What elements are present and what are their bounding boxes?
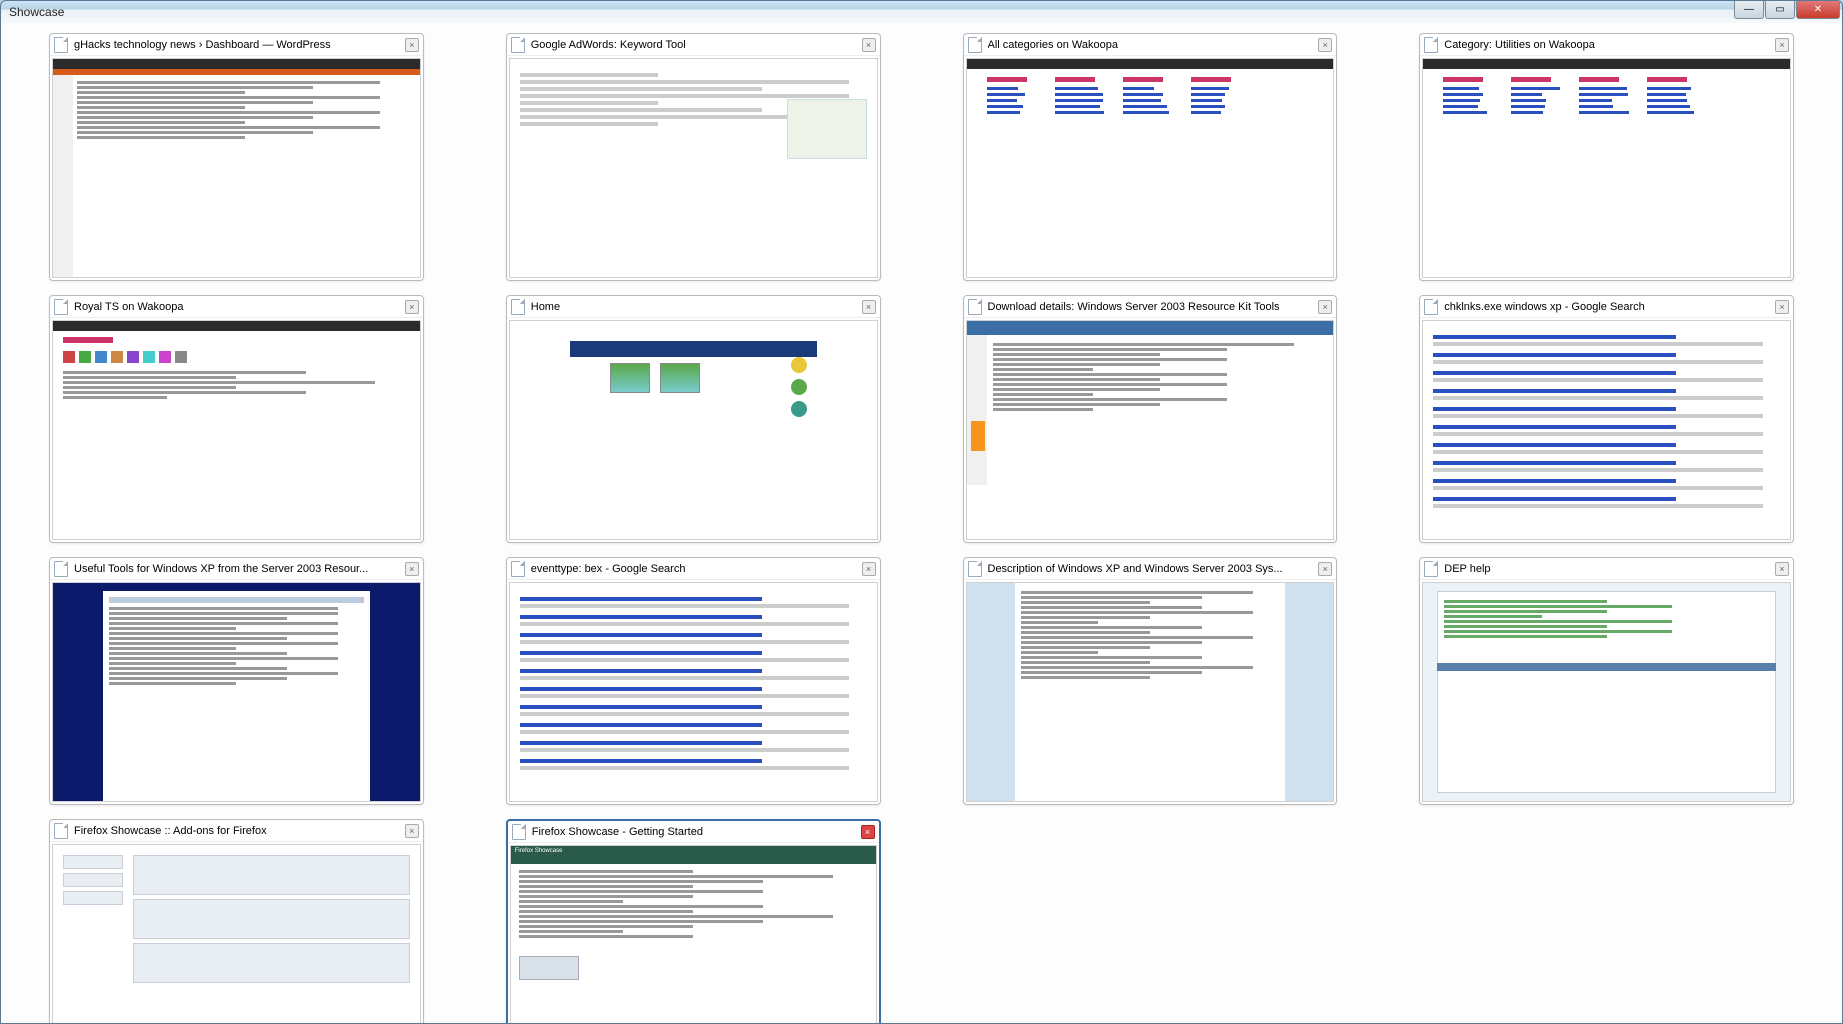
thumbnail-preview (966, 58, 1335, 278)
thumbnail-preview (509, 582, 878, 802)
tab-thumbnail[interactable]: DEP help× (1419, 557, 1794, 805)
tab-thumbnail[interactable]: Description of Windows XP and Windows Se… (963, 557, 1338, 805)
tab-thumbnail[interactable]: Google AdWords: Keyword Tool× (506, 33, 881, 281)
thumbnail-title: All categories on Wakoopa (988, 39, 1319, 51)
thumbnail-title: Description of Windows XP and Windows Se… (988, 563, 1319, 575)
thumbnail-title: gHacks technology news › Dashboard — Wor… (74, 39, 405, 51)
thumbnail-title: Royal TS on Wakoopa (74, 301, 405, 313)
thumbnail-title: chklnks.exe windows xp - Google Search (1444, 301, 1775, 313)
thumbnail-preview (1422, 320, 1791, 540)
thumbnail-title: Home (531, 301, 862, 313)
thumbnail-preview (52, 582, 421, 802)
close-tab-icon[interactable]: × (1775, 300, 1789, 314)
thumbnail-header: Home× (507, 296, 880, 318)
thumbnail-title: Firefox Showcase - Getting Started (532, 826, 861, 838)
thumbnail-preview (52, 58, 421, 278)
close-tab-icon[interactable]: × (1775, 562, 1789, 576)
close-tab-icon[interactable]: × (405, 300, 419, 314)
thumbnail-header: DEP help× (1420, 558, 1793, 580)
close-tab-icon[interactable]: × (405, 824, 419, 838)
thumbnail-header: Description of Windows XP and Windows Se… (964, 558, 1337, 580)
page-icon (1424, 37, 1438, 53)
close-tab-icon[interactable]: × (1318, 300, 1332, 314)
thumbnail-title: Google AdWords: Keyword Tool (531, 39, 862, 51)
close-button[interactable]: ✕ (1796, 1, 1840, 19)
page-icon (1424, 561, 1438, 577)
page-icon (511, 37, 525, 53)
maximize-button[interactable]: ▭ (1765, 1, 1795, 19)
showcase-window: Showcase — ▭ ✕ gHacks technology news › … (0, 0, 1843, 1024)
close-tab-icon[interactable]: × (862, 38, 876, 52)
tab-thumbnail[interactable]: gHacks technology news › Dashboard — Wor… (49, 33, 424, 281)
tab-thumbnail[interactable]: All categories on Wakoopa× (963, 33, 1338, 281)
close-tab-icon[interactable]: × (862, 562, 876, 576)
tab-thumbnail[interactable]: Firefox Showcase :: Add-ons for Firefox× (49, 819, 424, 1023)
page-icon (54, 561, 68, 577)
thumbnail-header: All categories on Wakoopa× (964, 34, 1337, 56)
minimize-button[interactable]: — (1734, 1, 1764, 19)
page-icon (511, 561, 525, 577)
thumbnail-preview (1422, 582, 1791, 802)
thumbnail-title: eventtype: bex - Google Search (531, 563, 862, 575)
thumbnail-header: Firefox Showcase :: Add-ons for Firefox× (50, 820, 423, 842)
page-icon (54, 823, 68, 839)
thumbnail-preview (509, 320, 878, 540)
thumbnail-header: gHacks technology news › Dashboard — Wor… (50, 34, 423, 56)
thumbnail-header: Royal TS on Wakoopa× (50, 296, 423, 318)
page-icon (54, 299, 68, 315)
page-icon (968, 37, 982, 53)
thumbnail-preview (966, 320, 1335, 540)
thumbnail-header: Category: Utilities on Wakoopa× (1420, 34, 1793, 56)
close-tab-icon[interactable]: × (861, 825, 875, 839)
tab-thumbnail[interactable]: Download details: Windows Server 2003 Re… (963, 295, 1338, 543)
tab-thumbnail[interactable]: Useful Tools for Windows XP from the Ser… (49, 557, 424, 805)
page-icon (968, 299, 982, 315)
thumbnail-title: DEP help (1444, 563, 1775, 575)
thumbnail-preview (52, 320, 421, 540)
thumbnail-preview (509, 58, 878, 278)
window-controls: — ▭ ✕ (1733, 1, 1840, 19)
thumbnail-header: chklnks.exe windows xp - Google Search× (1420, 296, 1793, 318)
thumbnail-header: Google AdWords: Keyword Tool× (507, 34, 880, 56)
thumbnail-preview (1422, 58, 1791, 278)
thumbnail-header: Firefox Showcase - Getting Started× (508, 821, 879, 843)
tab-thumbnail[interactable]: Home× (506, 295, 881, 543)
tab-thumbnail[interactable]: Category: Utilities on Wakoopa× (1419, 33, 1794, 281)
tab-thumbnail[interactable]: eventtype: bex - Google Search× (506, 557, 881, 805)
thumbnail-title: Firefox Showcase :: Add-ons for Firefox (74, 825, 405, 837)
close-tab-icon[interactable]: × (1318, 38, 1332, 52)
close-tab-icon[interactable]: × (862, 300, 876, 314)
thumbnail-grid: gHacks technology news › Dashboard — Wor… (1, 23, 1842, 1023)
window-title: Showcase (5, 5, 64, 19)
close-tab-icon[interactable]: × (1318, 562, 1332, 576)
titlebar: Showcase — ▭ ✕ (1, 1, 1842, 23)
thumbnail-header: Useful Tools for Windows XP from the Ser… (50, 558, 423, 580)
page-icon (1424, 299, 1438, 315)
thumbnail-preview (966, 582, 1335, 802)
close-tab-icon[interactable]: × (1775, 38, 1789, 52)
page-icon (511, 299, 525, 315)
close-tab-icon[interactable]: × (405, 562, 419, 576)
page-icon (512, 824, 526, 840)
page-icon (968, 561, 982, 577)
thumbnail-preview (52, 844, 421, 1023)
thumbnail-title: Useful Tools for Windows XP from the Ser… (74, 563, 405, 575)
close-tab-icon[interactable]: × (405, 38, 419, 52)
page-icon (54, 37, 68, 53)
tab-thumbnail[interactable]: Royal TS on Wakoopa× (49, 295, 424, 543)
thumbnail-preview: Firefox Showcase (510, 845, 877, 1023)
thumbnail-title: Category: Utilities on Wakoopa (1444, 39, 1775, 51)
tab-thumbnail[interactable]: chklnks.exe windows xp - Google Search× (1419, 295, 1794, 543)
thumbnail-title: Download details: Windows Server 2003 Re… (988, 301, 1319, 313)
thumbnail-header: Download details: Windows Server 2003 Re… (964, 296, 1337, 318)
thumbnail-header: eventtype: bex - Google Search× (507, 558, 880, 580)
tab-thumbnail[interactable]: Firefox Showcase - Getting Started×Firef… (506, 819, 881, 1023)
